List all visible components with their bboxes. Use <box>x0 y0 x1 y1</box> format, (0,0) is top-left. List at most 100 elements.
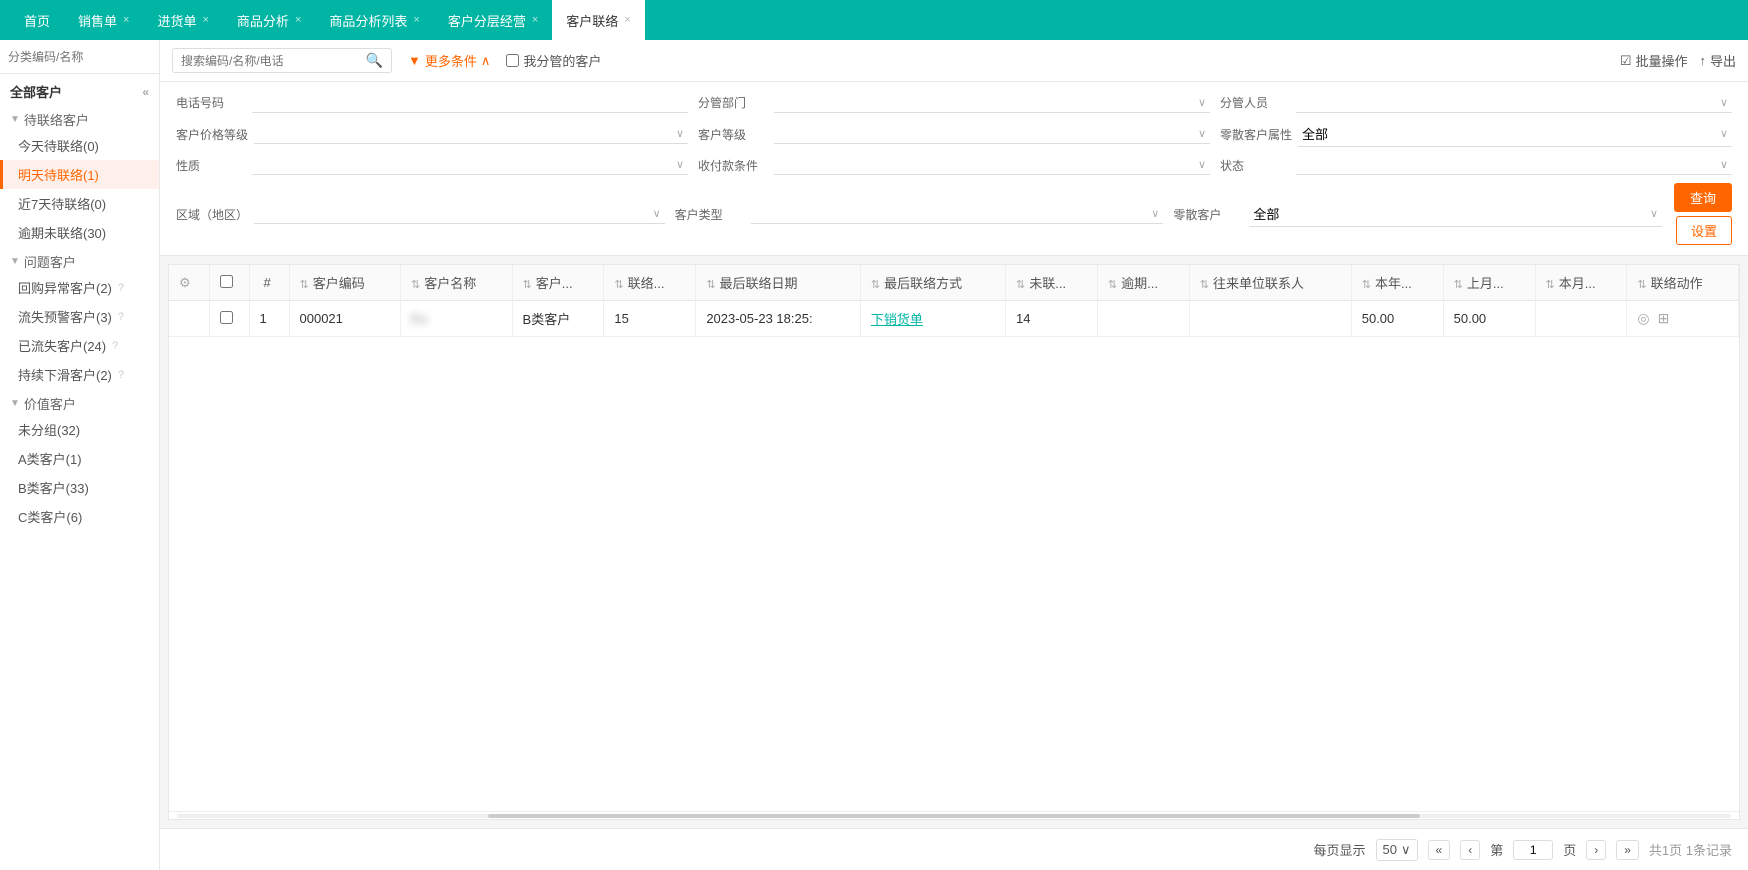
per-page-select[interactable]: 50 ∨ <box>1376 839 1418 861</box>
filter-select-零散客户属性[interactable]: 全部∨ <box>1298 121 1732 147</box>
first-page-btn[interactable]: « <box>1428 840 1451 860</box>
sidebar-group-待联络客户[interactable]: ▼待联络客户 <box>0 105 159 131</box>
group-label: 待联络客户 <box>24 110 89 129</box>
filter-field-2-2: 状态∨ <box>1220 155 1732 175</box>
select-arrow: ∨ <box>1198 96 1206 109</box>
page-total: 共1页 1条记录 <box>1649 840 1732 859</box>
nav-close-icon[interactable]: × <box>295 14 301 26</box>
sidebar-item-B类客户(33)[interactable]: B类客户(33) <box>0 473 159 502</box>
prev-page-btn[interactable]: ‹ <box>1460 840 1480 860</box>
my-customers-checkbox-label[interactable]: 我分管的客户 <box>506 51 601 70</box>
action-icon-1[interactable]: ◎ <box>1637 310 1649 327</box>
col-header-contact_person: ⇅往来单位联系人 <box>1189 265 1351 301</box>
nav-close-icon[interactable]: × <box>624 14 630 26</box>
help-icon: ? <box>112 340 118 352</box>
filter-actions: 查询设置 <box>1672 183 1732 245</box>
nav-item-销售单[interactable]: 销售单× <box>64 0 143 40</box>
sort-icon: ⇅ <box>523 279 532 291</box>
filter-field-0-1: 分管部门∨ <box>698 93 1210 113</box>
sidebar-group-问题客户[interactable]: ▼问题客户 <box>0 247 159 273</box>
filter-select-客户价格等级[interactable]: ∨ <box>254 124 688 144</box>
filter-select-状态[interactable]: ∨ <box>1296 155 1732 175</box>
filter-select-性质[interactable]: ∨ <box>252 155 688 175</box>
nav-item-首页[interactable]: 首页 <box>10 0 64 40</box>
filter-panel: 电话号码分管部门∨分管人员∨客户价格等级∨客户等级∨零散客户属性全部∨性质∨收付… <box>160 82 1748 256</box>
action-icon-2[interactable]: ⊞ <box>1658 310 1670 327</box>
sidebar-item-label: 持续下滑客户(2) <box>18 365 112 384</box>
col-header-this_year: ⇅本年... <box>1351 265 1443 301</box>
filter-label: 分管人员 <box>1220 94 1290 111</box>
last-page-btn[interactable]: » <box>1616 840 1639 860</box>
cell-value-last_contact_date: 2023-05-23 18:25: <box>706 311 812 326</box>
cell-no: 1 <box>249 301 289 337</box>
sidebar-item-未分组(32)[interactable]: 未分组(32) <box>0 415 159 444</box>
link-last_contact_method[interactable]: 下销货单 <box>871 312 923 327</box>
nav-item-进货单[interactable]: 进货单× <box>143 0 222 40</box>
filter-select-零散客户[interactable]: 全部∨ <box>1249 201 1662 227</box>
table-config-icon[interactable]: ⚙ <box>179 275 191 290</box>
page-input[interactable] <box>1513 840 1553 860</box>
help-icon: ? <box>118 282 124 294</box>
nav-close-icon[interactable]: × <box>532 14 538 26</box>
sidebar-item-已流失客户(24)[interactable]: 已流失客户(24)? <box>0 331 159 360</box>
filter-label: 零散客户 <box>1173 206 1243 223</box>
filter-input-电话号码[interactable] <box>252 92 688 113</box>
col-label: 最后联络日期 <box>720 276 798 291</box>
scrollbar-track[interactable] <box>177 814 1731 818</box>
nav-item-客户分层经营[interactable]: 客户分层经营× <box>434 0 552 40</box>
sidebar-item-流失预警客户(3)[interactable]: 流失预警客户(3)? <box>0 302 159 331</box>
search-icon[interactable]: 🔍 <box>366 52 383 69</box>
sidebar-item-A类客户(1)[interactable]: A类客户(1) <box>0 444 159 473</box>
next-page-btn[interactable]: › <box>1586 840 1606 860</box>
col-label: # <box>264 275 271 290</box>
nav-item-客户联络[interactable]: 客户联络× <box>552 0 644 40</box>
nav-close-icon[interactable]: × <box>413 14 419 26</box>
filter-row-3: 区域（地区）∨客户类型∨零散客户全部∨查询设置 <box>176 183 1732 245</box>
export-btn[interactable]: ↑ 导出 <box>1699 51 1736 70</box>
search-input[interactable] <box>181 54 366 68</box>
group-triangle: ▼ <box>10 398 20 409</box>
select-arrow: ∨ <box>1720 96 1728 109</box>
query-btn[interactable]: 查询 <box>1674 183 1732 212</box>
pagination-bar: 每页显示 50 ∨ « ‹ 第 页 › » 共1页 1条记录 <box>160 828 1748 870</box>
select-all-checkbox[interactable] <box>220 275 233 288</box>
filter-select-分管人员[interactable]: ∨ <box>1296 93 1732 113</box>
help-icon: ? <box>118 369 124 381</box>
sidebar-item-回购异常客户(2)[interactable]: 回购异常客户(2)? <box>0 273 159 302</box>
select-arrow: ∨ <box>1650 207 1658 220</box>
batch-op-btn[interactable]: ☑ 批量操作 <box>1620 51 1688 70</box>
nav-item-商品分析列表[interactable]: 商品分析列表× <box>315 0 433 40</box>
sidebar-item-label: 明天待联络(1) <box>18 165 99 184</box>
my-customers-checkbox[interactable] <box>506 54 519 67</box>
sidebar-item-C类客户(6)[interactable]: C类客户(6) <box>0 502 159 531</box>
sidebar-item-明天待联络(1)[interactable]: 明天待联络(1) <box>0 160 159 189</box>
table-scroll[interactable]: ⚙#⇅客户编码⇅客户名称⇅客户...⇅联络...⇅最后联络日期⇅最后联络方式⇅未… <box>169 265 1739 811</box>
row-checkbox[interactable] <box>220 311 233 324</box>
filter-select-客户类型[interactable]: ∨ <box>751 204 1164 224</box>
select-arrow: ∨ <box>676 158 684 171</box>
col-header-config: ⚙ <box>169 265 209 301</box>
sidebar-search-input[interactable] <box>8 50 160 64</box>
sidebar-group-价值客户[interactable]: ▼价值客户 <box>0 389 159 415</box>
table-area: ⚙#⇅客户编码⇅客户名称⇅客户...⇅联络...⇅最后联络日期⇅最后联络方式⇅未… <box>168 264 1740 820</box>
cell-last_contact_method: 下销货单 <box>860 301 1005 337</box>
filter-select-区域（地区）[interactable]: ∨ <box>254 204 665 224</box>
filter-select-客户等级[interactable]: ∨ <box>774 124 1210 144</box>
more-filter-btn[interactable]: ▼ 更多条件 ∧ <box>400 48 498 73</box>
filter-label: 电话号码 <box>176 94 246 111</box>
sidebar-item-label: B类客户(33) <box>18 478 89 497</box>
sidebar-collapse-btn[interactable]: « <box>142 85 149 99</box>
filter-label: 收付款条件 <box>698 157 768 174</box>
nav-close-icon[interactable]: × <box>202 14 208 26</box>
filter-select-分管部门[interactable]: ∨ <box>774 93 1210 113</box>
nav-item-商品分析[interactable]: 商品分析× <box>223 0 315 40</box>
sidebar-item-近7天待联络(0)[interactable]: 近7天待联络(0) <box>0 189 159 218</box>
sidebar: 🔍 全部客户 « ▼待联络客户今天待联络(0)明天待联络(1)近7天待联络(0)… <box>0 40 160 870</box>
sidebar-item-今天待联络(0)[interactable]: 今天待联络(0) <box>0 131 159 160</box>
nav-close-icon[interactable]: × <box>123 14 129 26</box>
settings-btn[interactable]: 设置 <box>1676 216 1732 245</box>
sidebar-item-逾期未联络(30)[interactable]: 逾期未联络(30) <box>0 218 159 247</box>
filter-select-收付款条件[interactable]: ∨ <box>774 155 1210 175</box>
cell-overdue <box>1097 301 1189 337</box>
sidebar-item-持续下滑客户(2)[interactable]: 持续下滑客户(2)? <box>0 360 159 389</box>
